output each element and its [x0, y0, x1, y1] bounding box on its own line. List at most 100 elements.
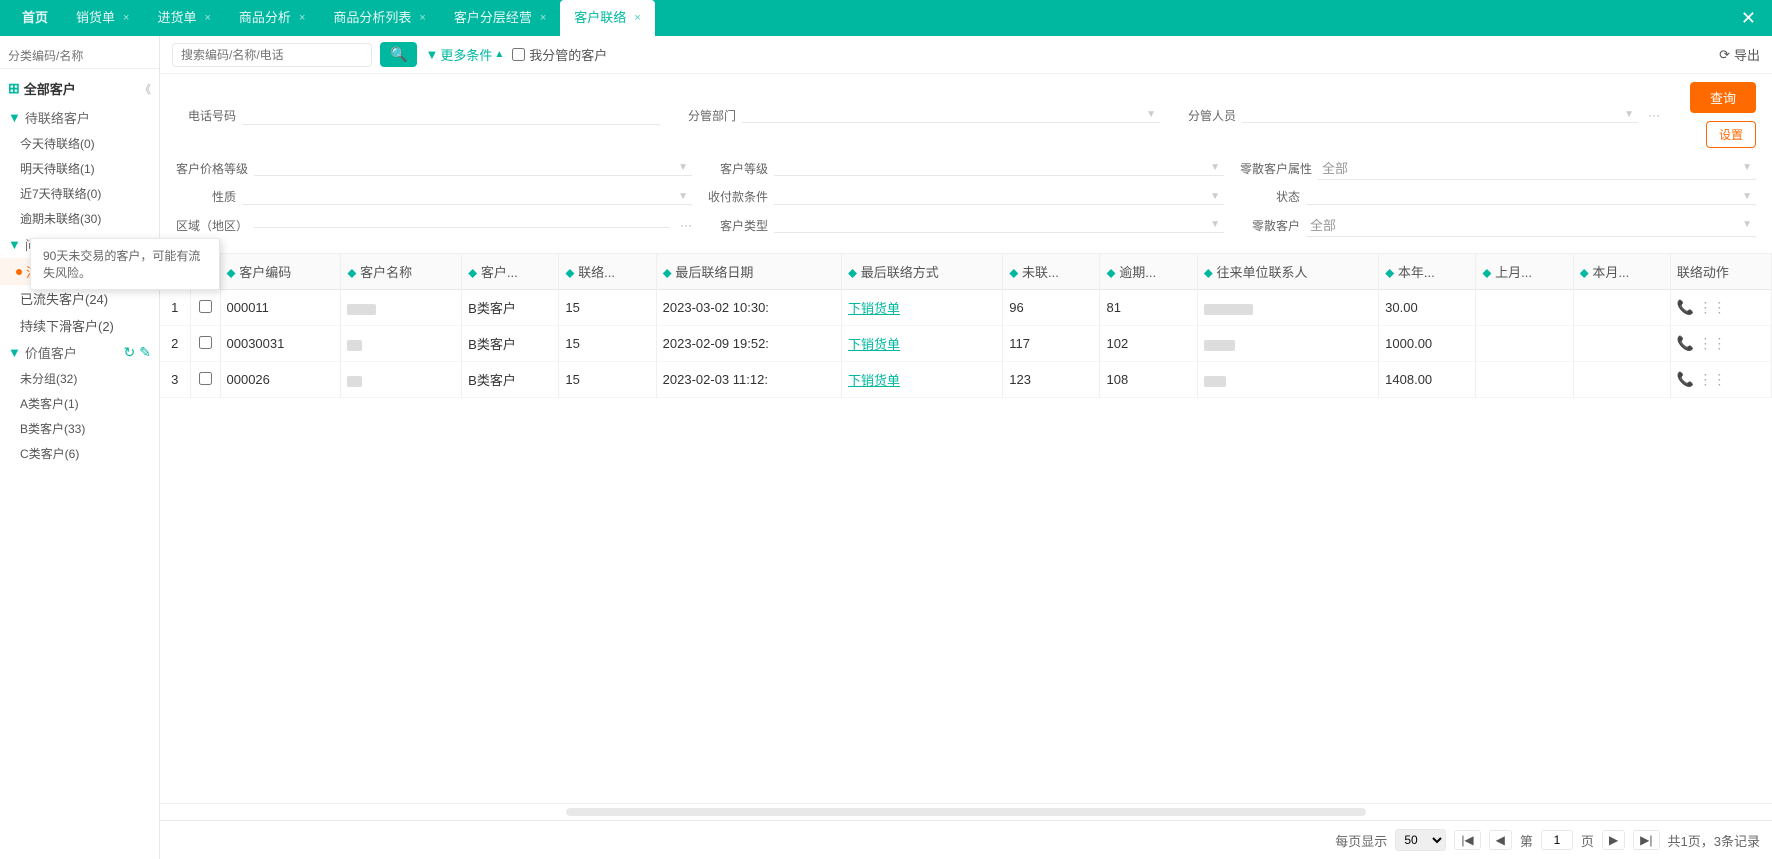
price-level-dropdown[interactable]: ▼ — [254, 160, 692, 176]
sidebar-all-customers[interactable]: ⊞ 全部客户 《 — [0, 73, 159, 104]
page-unit: 页 — [1581, 831, 1594, 850]
sidebar-group-pending-contact[interactable]: ▼ 待联络客户 — [0, 104, 159, 131]
more-action-icon[interactable]: ⋮⋮ — [1698, 371, 1726, 388]
customer-level-label: 客户等级 — [708, 160, 768, 177]
nature-arrow-icon: ▼ — [678, 191, 688, 202]
manager-dropdown[interactable]: ▼ — [1242, 107, 1638, 123]
settings-button[interactable]: 设置 — [1706, 121, 1756, 148]
row-name: ██ — [341, 326, 462, 362]
manager-dots-icon[interactable]: ··· — [1648, 108, 1660, 122]
data-table: ⚙ ⬥ 客户编码 ⬥ 客户名称 — [160, 254, 1772, 398]
export-button[interactable]: ⟳ 导出 — [1719, 45, 1760, 64]
tab-home[interactable]: 首页 — [8, 0, 62, 36]
arrow-down-icon-2: ▼ — [8, 237, 21, 252]
horizontal-scrollbar[interactable] — [566, 808, 1366, 816]
filter-department: 分管部门 ▼ — [676, 107, 1160, 124]
status-dropdown[interactable]: ▼ — [1306, 189, 1756, 205]
contact-action-icon[interactable]: 📞 — [1677, 299, 1694, 316]
close-product-analysis-list-icon[interactable]: × — [419, 0, 425, 36]
sidebar-item-class-a[interactable]: A类客户(1) — [0, 391, 159, 416]
tab-product-analysis[interactable]: 商品分析 × — [225, 0, 319, 36]
row-this-year: 1000.00 — [1379, 326, 1476, 362]
region-dots-icon[interactable]: ··· — [680, 218, 692, 232]
sidebar-item-today-pending[interactable]: 今天待联络(0) — [0, 131, 159, 156]
payment-label: 收付款条件 — [708, 188, 768, 205]
sidebar-group-value-customers[interactable]: ▼ 价值客户 ↻ ✎ — [0, 339, 159, 366]
more-conditions-button[interactable]: ▼ 更多条件 ▲ — [425, 45, 504, 64]
sidebar-item-unclassified[interactable]: 未分组(32) — [0, 366, 159, 391]
nature-dropdown[interactable]: ▼ — [242, 189, 692, 205]
region-dropdown[interactable] — [254, 223, 670, 228]
first-page-button[interactable]: |◀ — [1454, 830, 1480, 850]
tab-customer-contact[interactable]: 客户联络 × — [560, 0, 654, 36]
more-action-icon[interactable]: ⋮⋮ — [1698, 299, 1726, 316]
contact-action-icon[interactable]: 📞 — [1677, 335, 1694, 352]
collapse-icon[interactable]: 《 — [140, 81, 151, 97]
close-purchase-icon[interactable]: × — [204, 0, 210, 36]
tab-customer-tiering[interactable]: 客户分层经营 × — [440, 0, 560, 36]
th-overdue: ⬥ 逾期... — [1100, 254, 1197, 290]
sidebar-item-declining[interactable]: 持续下滑客户(2) — [0, 312, 159, 339]
close-customer-tiering-icon[interactable]: × — [540, 0, 546, 36]
row-actions: 📞 ⋮⋮ — [1670, 362, 1771, 398]
row-checkbox[interactable] — [199, 300, 212, 313]
close-sales-icon[interactable]: × — [123, 0, 129, 36]
more-action-icon[interactable]: ⋮⋮ — [1698, 335, 1726, 352]
last-month-sort-icon: ⬥ — [1482, 265, 1491, 280]
sidebar-item-class-b[interactable]: B类客户(33) — [0, 416, 159, 441]
code-sort-icon: ⬥ — [227, 265, 236, 280]
row-checkbox[interactable] — [199, 372, 212, 385]
refresh-icon[interactable]: ↻ — [124, 344, 136, 361]
tab-product-analysis-list[interactable]: 商品分析列表 × — [319, 0, 439, 36]
edit-icon[interactable]: ✎ — [139, 344, 151, 361]
th-code: ⬥ 客户编码 — [220, 254, 341, 290]
sidebar-item-class-c[interactable]: C类客户(6) — [0, 441, 159, 466]
row-contact: 15 — [559, 326, 656, 362]
phone-input[interactable] — [242, 106, 660, 125]
filter-row-2: 客户价格等级 ▼ 客户等级 ▼ 零散客户属性 全部 — [176, 156, 1756, 180]
row-last-method[interactable]: 下销货单 — [842, 290, 1003, 326]
close-product-analysis-icon[interactable]: × — [299, 0, 305, 36]
row-unit-contact: ██ 3... — [1197, 326, 1378, 362]
department-dropdown[interactable]: ▼ — [742, 107, 1160, 123]
search-button[interactable]: 🔍 — [380, 42, 417, 67]
customer-level-dropdown[interactable]: ▼ — [774, 160, 1224, 176]
my-customers-checkbox[interactable]: 我分管的客户 — [512, 45, 607, 64]
filter-status: 状态 ▼ — [1240, 188, 1756, 205]
uncontacted-sort-icon: ⬥ — [1009, 265, 1018, 280]
th-last-method: ⬥ 最后联络方式 — [842, 254, 1003, 290]
filter-retail-customer: 零散客户 全部 ▼ — [1240, 213, 1756, 237]
row-uncontacted: 96 — [1003, 290, 1100, 326]
row-checkbox[interactable] — [199, 336, 212, 349]
next-page-button[interactable]: ▶ — [1602, 830, 1625, 850]
per-page-label: 每页显示 — [1335, 831, 1387, 850]
customer-type-dropdown[interactable]: ▼ — [774, 217, 1224, 233]
query-button[interactable]: 查询 — [1690, 82, 1756, 113]
table-footer: 每页显示 50 100 200 |◀ ◀ 第 页 ▶ ▶| 共1页，3条记录 — [160, 820, 1772, 859]
payment-dropdown[interactable]: ▼ — [774, 189, 1224, 205]
retail-customer-dropdown[interactable]: 全部 ▼ — [1306, 213, 1756, 237]
sidebar-search-input[interactable] — [8, 49, 160, 63]
th-last-date: ⬥ 最后联络日期 — [656, 254, 841, 290]
contact-action-icon[interactable]: 📞 — [1677, 371, 1694, 388]
sidebar-item-7days-pending[interactable]: 近7天待联络(0) — [0, 181, 159, 206]
my-customers-check[interactable] — [512, 48, 525, 61]
tab-sales[interactable]: 销货单 × — [62, 0, 143, 36]
tab-purchase[interactable]: 进货单 × — [143, 0, 224, 36]
row-last-method[interactable]: 下销货单 — [842, 362, 1003, 398]
close-customer-contact-icon[interactable]: × — [634, 0, 640, 36]
retail-attr-dropdown[interactable]: 全部 ▼ — [1318, 156, 1756, 180]
per-page-select[interactable]: 50 100 200 — [1395, 829, 1446, 851]
row-last-method[interactable]: 下销货单 — [842, 326, 1003, 362]
search-input[interactable] — [172, 43, 372, 67]
page-input[interactable] — [1541, 830, 1573, 850]
th-type: ⬥ 客户... — [462, 254, 559, 290]
sidebar-item-tomorrow-pending[interactable]: 明天待联络(1) — [0, 156, 159, 181]
filter-manager: 分管人员 ▼ ··· — [1176, 107, 1660, 124]
window-close-button[interactable]: ✕ — [1733, 8, 1764, 29]
payment-arrow-icon: ▼ — [1210, 191, 1220, 202]
sidebar-item-overdue-uncontacted[interactable]: 逾期未联络(30) — [0, 206, 159, 231]
prev-page-button[interactable]: ◀ — [1489, 830, 1512, 850]
last-page-button[interactable]: ▶| — [1633, 830, 1659, 850]
row-actions: 📞 ⋮⋮ — [1670, 290, 1771, 326]
